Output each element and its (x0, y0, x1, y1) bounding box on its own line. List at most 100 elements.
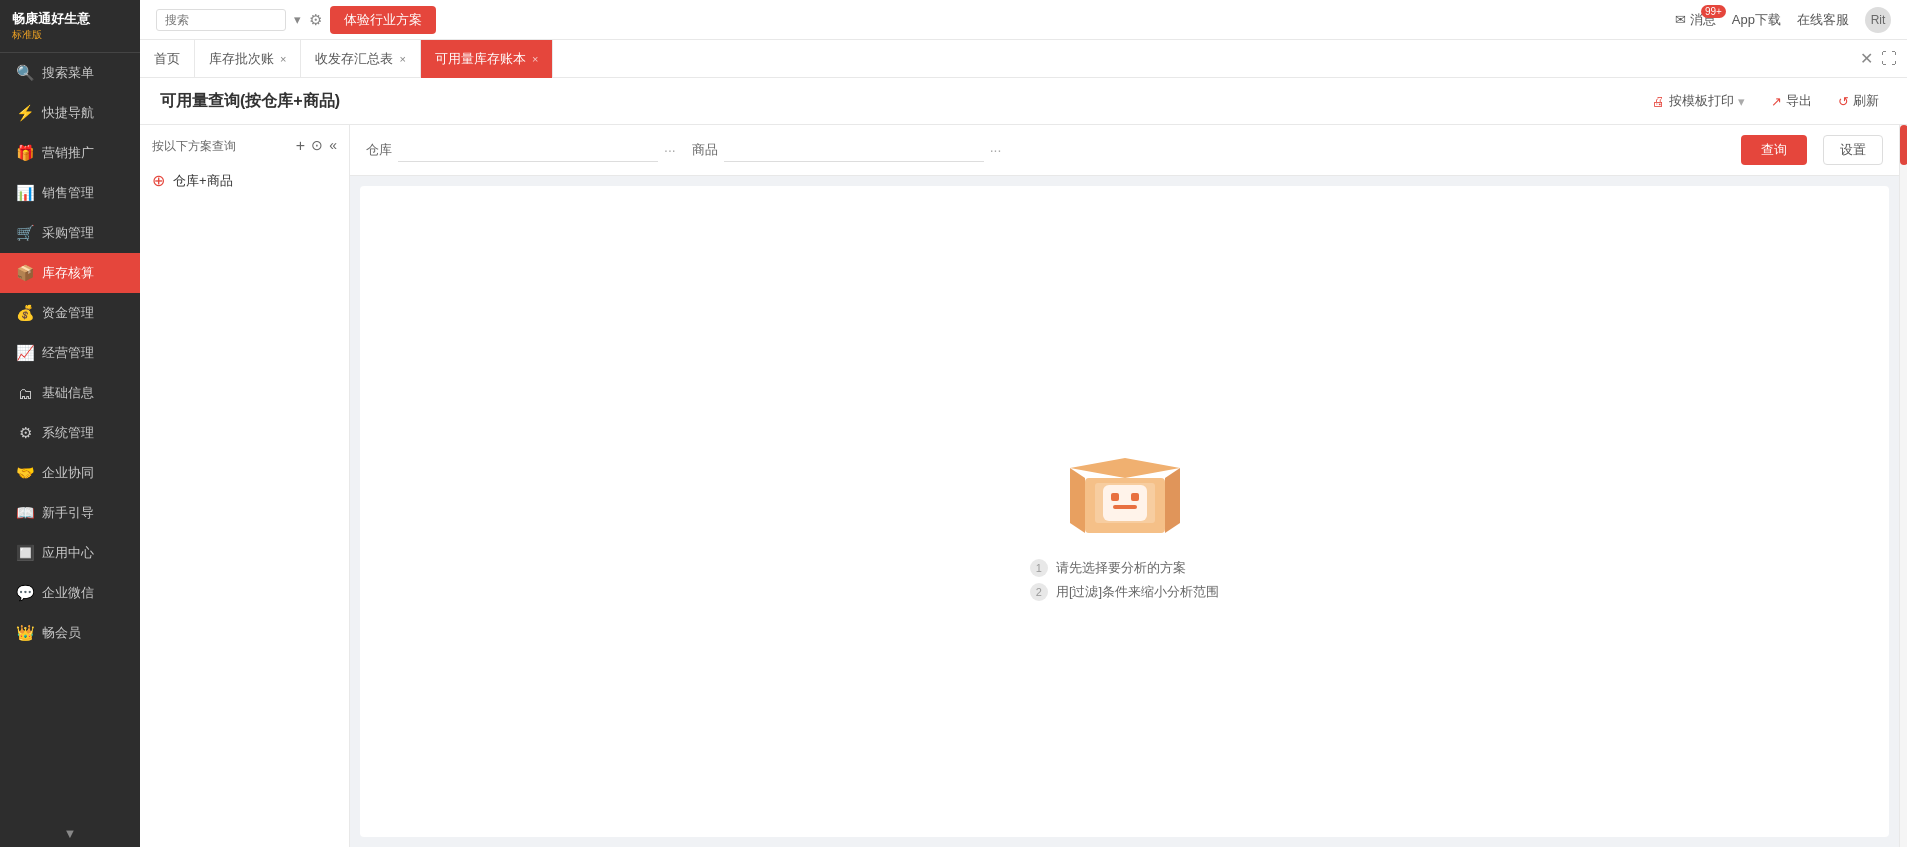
query-button[interactable]: 查询 (1741, 135, 1807, 165)
close-icon[interactable]: × (280, 53, 286, 65)
svg-marker-1 (1070, 468, 1085, 533)
right-scrollbar (1899, 125, 1907, 847)
sidebar-item-finance[interactable]: 💰 资金管理 (0, 293, 140, 333)
maximize-icon[interactable]: ⛶ (1881, 50, 1897, 68)
main-area: ▾ ⚙ 体验行业方案 ✉ 消息 99+ App下载 在线客服 Rit 首页 库存… (140, 0, 1907, 847)
sidebar-item-operations[interactable]: 📈 经营管理 (0, 333, 140, 373)
warehouse-filter-group: 仓库 ··· (366, 138, 676, 162)
svg-rect-7 (1131, 493, 1139, 501)
brand-name: 畅康通好生意 (12, 10, 128, 28)
chevron-down-small-icon[interactable]: ▾ (1738, 94, 1745, 109)
tab-batch-label: 库存批次账 (209, 50, 274, 68)
tab-available-stock[interactable]: 可用量库存账本 × (421, 40, 553, 78)
scrollbar-thumb[interactable] (1900, 125, 1907, 165)
sidebar-item-app-center[interactable]: 🔲 应用中心 (0, 533, 140, 573)
tab-home[interactable]: 首页 (140, 40, 195, 78)
warehouse-more-icon[interactable]: ··· (664, 142, 676, 158)
empty-svg (1065, 423, 1185, 543)
app-download-btn[interactable]: App下载 (1732, 11, 1781, 29)
warehouse-label: 仓库 (366, 141, 392, 159)
settings-plan-icon[interactable]: ⊙ (311, 137, 323, 155)
close-window-icon[interactable]: ✕ (1860, 49, 1873, 68)
sidebar-item-system[interactable]: ⚙ 系统管理 (0, 413, 140, 453)
goods-more-icon[interactable]: ··· (990, 142, 1002, 158)
step-2-num: 2 (1030, 583, 1048, 601)
sidebar-item-basic-info[interactable]: 🗂 基础信息 (0, 373, 140, 413)
left-panel-icons: + ⊙ « (296, 137, 337, 155)
sidebar-item-label: 搜索菜单 (42, 64, 94, 82)
tab-summary[interactable]: 收发存汇总表 × (301, 40, 420, 78)
online-service-btn[interactable]: 在线客服 (1797, 11, 1849, 29)
sidebar-header: 畅康通好生意 标准版 (0, 0, 140, 53)
tab-home-label: 首页 (154, 50, 180, 68)
search-menu-icon: 🔍 (16, 64, 34, 82)
collab-icon: 🤝 (16, 464, 34, 482)
content-area: 按以下方案查询 + ⊙ « ⊕ 仓库+商品 仓库 ··· (140, 125, 1907, 847)
trial-btn[interactable]: 体验行业方案 (330, 6, 436, 34)
sidebar-item-label: 资金管理 (42, 304, 94, 322)
sidebar-item-collab[interactable]: 🤝 企业协同 (0, 453, 140, 493)
svg-rect-5 (1103, 485, 1147, 521)
sidebar-item-vip[interactable]: 👑 畅会员 (0, 613, 140, 653)
sidebar-item-sales[interactable]: 📊 销售管理 (0, 173, 140, 213)
page-header: 可用量查询(按仓库+商品) 🖨 按模板打印 ▾ ↗ 导出 ↺ 刷新 (140, 78, 1907, 125)
left-panel-header: 按以下方案查询 + ⊙ « (140, 137, 349, 163)
tab-available-label: 可用量库存账本 (435, 50, 526, 68)
goods-label: 商品 (692, 141, 718, 159)
user-avatar[interactable]: Rit (1865, 7, 1891, 33)
shortcut-icon: ⚡ (16, 104, 34, 122)
tab-batch-account[interactable]: 库存批次账 × (195, 40, 301, 78)
sidebar-item-label: 销售管理 (42, 184, 94, 202)
sidebar-item-label: 应用中心 (42, 544, 94, 562)
print-btn[interactable]: 🖨 按模板打印 ▾ (1644, 88, 1753, 114)
sidebar-item-purchase[interactable]: 🛒 采购管理 (0, 213, 140, 253)
empty-illustration (1065, 423, 1185, 543)
collapse-panel-icon[interactable]: « (329, 137, 337, 155)
sales-icon: 📊 (16, 184, 34, 202)
sidebar: 畅康通好生意 标准版 🔍 搜索菜单 ⚡ 快捷导航 🎁 营销推广 📊 销售管理 🛒… (0, 0, 140, 847)
left-panel: 按以下方案查询 + ⊙ « ⊕ 仓库+商品 (140, 125, 350, 847)
goods-filter-group: 商品 ··· (692, 138, 1002, 162)
operations-icon: 📈 (16, 344, 34, 362)
close-icon[interactable]: × (399, 53, 405, 65)
svg-marker-2 (1165, 468, 1180, 533)
left-panel-title: 按以下方案查询 (152, 138, 236, 155)
tabs-right-actions: ✕ ⛶ (1850, 49, 1907, 68)
add-plan-icon[interactable]: + (296, 137, 305, 155)
message-btn[interactable]: ✉ 消息 99+ (1675, 11, 1716, 29)
settings-button[interactable]: 设置 (1823, 135, 1883, 165)
close-icon[interactable]: × (532, 53, 538, 65)
export-btn[interactable]: ↗ 导出 (1763, 88, 1820, 114)
export-label: 导出 (1786, 92, 1812, 110)
goods-input[interactable] (724, 138, 984, 162)
sidebar-item-label: 系统管理 (42, 424, 94, 442)
chevron-down-icon[interactable]: ▾ (294, 12, 301, 27)
sidebar-item-inventory[interactable]: 📦 库存核算 (0, 253, 140, 293)
refresh-btn[interactable]: ↺ 刷新 (1830, 88, 1887, 114)
sidebar-item-marketing[interactable]: 🎁 营销推广 (0, 133, 140, 173)
system-icon: ⚙ (16, 424, 34, 442)
sidebar-item-wechat[interactable]: 💬 企业微信 (0, 573, 140, 613)
topbar: ▾ ⚙ 体验行业方案 ✉ 消息 99+ App下载 在线客服 Rit (140, 0, 1907, 40)
sidebar-item-label: 新手引导 (42, 504, 94, 522)
sidebar-item-search[interactable]: 🔍 搜索菜单 (0, 53, 140, 93)
sidebar-item-label: 经营管理 (42, 344, 94, 362)
sidebar-item-shortcut[interactable]: ⚡ 快捷导航 (0, 93, 140, 133)
step-2-text: 用[过滤]条件来缩小分析范围 (1056, 583, 1219, 601)
search-input[interactable] (156, 9, 286, 31)
svg-rect-6 (1111, 493, 1119, 501)
sidebar-item-label: 企业协同 (42, 464, 94, 482)
guide-icon: 📖 (16, 504, 34, 522)
sidebar-item-guide[interactable]: 📖 新手引导 (0, 493, 140, 533)
topbar-right: ✉ 消息 99+ App下载 在线客服 Rit (1675, 7, 1891, 33)
svg-rect-8 (1113, 505, 1137, 509)
plan-item[interactable]: ⊕ 仓库+商品 (140, 163, 349, 198)
empty-state: 1 请先选择要分析的方案 2 用[过滤]条件来缩小分析范围 (360, 186, 1889, 837)
sidebar-item-label: 采购管理 (42, 224, 94, 242)
gear-icon[interactable]: ⚙ (309, 11, 322, 29)
marketing-icon: 🎁 (16, 144, 34, 162)
warehouse-input[interactable] (398, 138, 658, 162)
sidebar-scroll-down[interactable]: ▼ (0, 820, 140, 847)
tabs-bar: 首页 库存批次账 × 收发存汇总表 × 可用量库存账本 × ✕ ⛶ (140, 40, 1907, 78)
sidebar-item-label: 库存核算 (42, 264, 94, 282)
